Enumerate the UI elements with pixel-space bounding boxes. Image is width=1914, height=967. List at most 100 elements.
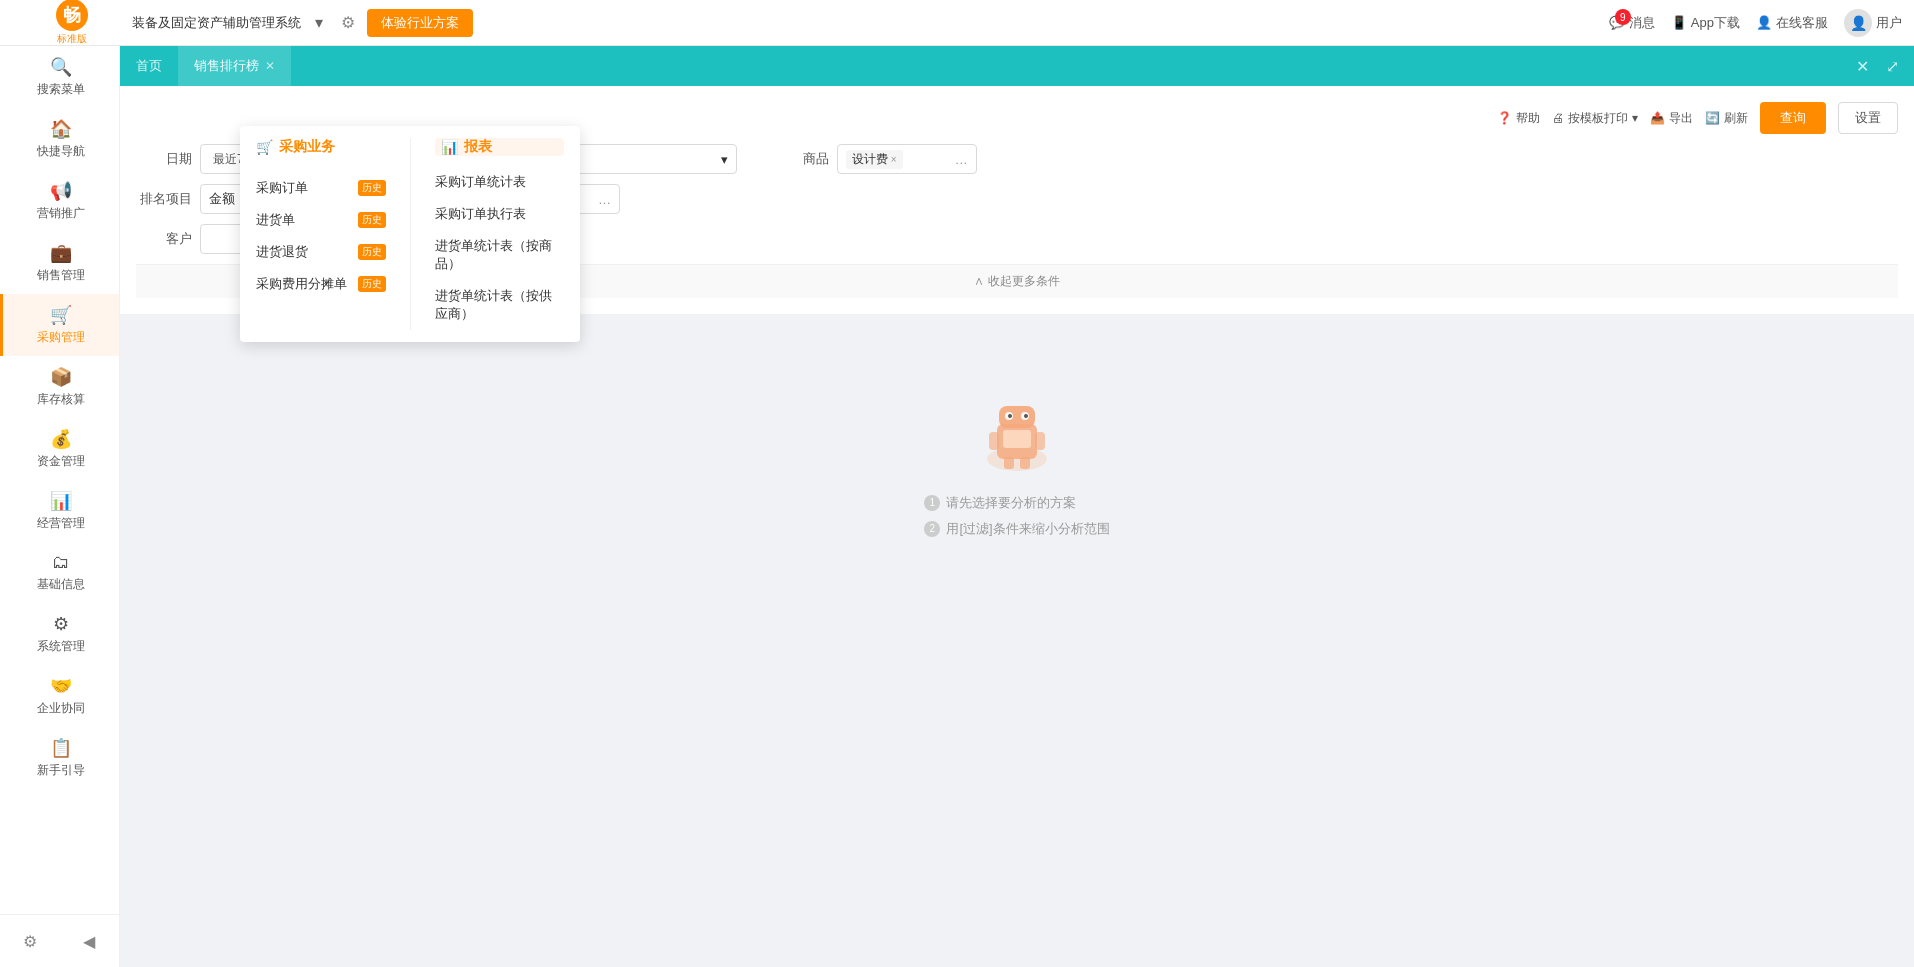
- sidebar-label-marketing: 营销推广: [37, 205, 85, 222]
- query-btn[interactable]: 查询: [1760, 102, 1826, 134]
- message-btn[interactable]: 💬 9 消息: [1609, 14, 1655, 32]
- online-service-label: 在线客服: [1776, 14, 1828, 32]
- dropdown-left-items: 采购订单 历史 进货单 历史 进货退货 历史 采购费用分摊单 历史: [256, 172, 386, 300]
- order-status-select[interactable]: ▾: [577, 144, 737, 174]
- report-icon: 📊: [441, 139, 458, 155]
- history-badge: 历史: [358, 244, 386, 260]
- industry-btn[interactable]: 体验行业方案: [367, 9, 473, 37]
- sidebar-item-marketing[interactable]: 📢 营销推广: [0, 170, 119, 232]
- svg-rect-10: [1004, 457, 1014, 469]
- service-icon: 👤: [1756, 15, 1772, 30]
- sidebar-item-operation[interactable]: 📊 经营管理: [0, 480, 119, 542]
- empty-tip-1: 1 请先选择要分析的方案: [924, 490, 1109, 516]
- sidebar-icon-inventory: 📦: [50, 366, 72, 388]
- goods-tag-close[interactable]: ×: [891, 154, 897, 165]
- sidebar-item-purchase[interactable]: 🛒 采购管理: [0, 294, 119, 356]
- sidebar-label-sales: 销售管理: [37, 267, 85, 284]
- sidebar-item-finance[interactable]: 💰 资金管理: [0, 418, 119, 480]
- sidebar-settings-btn[interactable]: ⚙: [14, 925, 46, 957]
- mobile-icon: 📱: [1671, 15, 1687, 30]
- dropdown-item-label: 进货退货: [256, 243, 308, 261]
- goods-tag: 设计费 ×: [846, 150, 903, 169]
- sidebar-icon-guide: 📋: [50, 737, 72, 759]
- dropdown-left-item[interactable]: 进货退货 历史: [256, 236, 386, 268]
- dropdown-left-item[interactable]: 采购费用分摊单 历史: [256, 268, 386, 300]
- sidebar-icon-marketing: 📢: [50, 180, 72, 202]
- sidebar-item-guide[interactable]: 📋 新手引导: [0, 727, 119, 789]
- tab-home-label: 首页: [136, 57, 162, 75]
- sidebar-item-system[interactable]: ⚙ 系统管理: [0, 603, 119, 665]
- header-settings-icon[interactable]: ⚙: [337, 12, 359, 34]
- sidebar-icon-sales: 💼: [50, 242, 72, 264]
- print-label: 按模板打印: [1568, 110, 1628, 127]
- print-btn[interactable]: 🖨 按模板打印 ▾: [1552, 110, 1638, 127]
- collapse-label: 收起更多条件: [988, 274, 1060, 288]
- tab-window-close-icon[interactable]: ✕: [1850, 54, 1874, 78]
- sidebar-label-operation: 经营管理: [37, 515, 85, 532]
- refresh-btn[interactable]: 🔄 刷新: [1705, 110, 1748, 127]
- svg-rect-4: [999, 406, 1035, 428]
- dropdown-item-label: 采购费用分摊单: [256, 275, 347, 293]
- dropdown-item-label: 采购订单统计表: [435, 173, 526, 191]
- history-badge: 历史: [358, 212, 386, 228]
- dropdown-right-item[interactable]: 进货单统计表（按供应商）: [435, 280, 565, 330]
- help-label: 帮助: [1516, 110, 1540, 127]
- system-title: 装备及固定资产辅助管理系统: [132, 14, 301, 32]
- sidebar-label-inventory: 库存核算: [37, 391, 85, 408]
- sidebar-item-enterprise[interactable]: 🤝 企业协同: [0, 665, 119, 727]
- sidebar-item-sales[interactable]: 💼 销售管理: [0, 232, 119, 294]
- online-service-btn[interactable]: 👤 在线客服: [1756, 14, 1828, 32]
- goods-select[interactable]: 设计费 × …: [837, 144, 977, 174]
- empty-robot-svg: [967, 394, 1067, 474]
- tab-close-icon[interactable]: ✕: [265, 59, 275, 73]
- sidebar-item-quick[interactable]: 🏠 快捷导航: [0, 108, 119, 170]
- svg-rect-11: [1020, 457, 1030, 469]
- dropdown-right-item[interactable]: 采购订单执行表: [435, 198, 565, 230]
- dropdown-item-label: 进货单统计表（按商品）: [435, 237, 565, 273]
- sidebar-icon-operation: 📊: [50, 490, 72, 512]
- sidebar-item-basic[interactable]: 🗂 基础信息: [0, 542, 119, 603]
- goods-more-dots[interactable]: …: [955, 152, 968, 167]
- customer-label: 客户: [136, 230, 192, 248]
- goods-label: 商品: [773, 150, 829, 168]
- logo-icon: 畅: [56, 0, 88, 31]
- tab-home[interactable]: 首页: [120, 46, 178, 86]
- user-btn[interactable]: 👤 用户: [1844, 9, 1902, 37]
- dropdown-right-item[interactable]: 采购订单统计表: [435, 166, 565, 198]
- dropdown-left-item[interactable]: 采购订单 历史: [256, 172, 386, 204]
- svg-rect-3: [1035, 432, 1045, 450]
- sidebar-icon-finance: 💰: [50, 428, 72, 450]
- sidebar-icon-purchase: 🛒: [50, 304, 72, 326]
- goods-tags: 设计费 ×: [846, 150, 903, 169]
- refresh-icon: 🔄: [1705, 111, 1720, 125]
- sidebar-label-finance: 资金管理: [37, 453, 85, 470]
- export-btn[interactable]: 📤 导出: [1650, 110, 1693, 127]
- sidebar-item-search[interactable]: 🔍 搜索菜单: [0, 46, 119, 108]
- dropdown-left-item[interactable]: 进货单 历史: [256, 204, 386, 236]
- message-label: 消息: [1629, 14, 1655, 32]
- dropdown-right-item[interactable]: 进货单统计表（按商品）: [435, 230, 565, 280]
- app-download-btn[interactable]: 📱 App下载: [1671, 14, 1740, 32]
- help-btn[interactable]: ❓ 帮助: [1497, 110, 1540, 127]
- empty-icon-wrap: [967, 394, 1067, 474]
- purchase-dropdown-menu: 🛒 采购业务 采购订单 历史 进货单 历史 进货退货 历史 采购费用分摊单 历史: [240, 126, 580, 342]
- tab-sales-rank[interactable]: 销售排行榜 ✕: [178, 46, 291, 86]
- history-badge: 历史: [358, 180, 386, 196]
- print-dropdown-icon[interactable]: ▾: [1632, 111, 1638, 125]
- empty-state: 1 请先选择要分析的方案 2 用[过滤]条件来缩小分析范围: [120, 314, 1914, 622]
- sidebar-icon-basic: 🗂: [52, 552, 70, 573]
- sidebar-item-inventory[interactable]: 📦 库存核算: [0, 356, 119, 418]
- empty-tip-2: 2 用[过滤]条件来缩小分析范围: [924, 516, 1109, 542]
- sidebar-icon-quick: 🏠: [50, 118, 72, 140]
- system-dropdown-btn[interactable]: ▾: [309, 13, 329, 33]
- header-right: 💬 9 消息 📱 App下载 👤 在线客服 👤 用户: [1609, 9, 1902, 37]
- tab-expand-icon[interactable]: ⤢: [1880, 54, 1904, 78]
- help-icon: ❓: [1497, 111, 1512, 125]
- settings-btn[interactable]: 设置: [1838, 102, 1898, 134]
- dropdown-right-items: 采购订单统计表采购订单执行表进货单统计表（按商品） 进货单统计表（按供应商）: [435, 166, 565, 330]
- svg-rect-2: [989, 432, 999, 450]
- page-body: ❓ 帮助 🖨 按模板打印 ▾ 📤 导出 🔄 刷新: [120, 86, 1914, 967]
- salesperson-more-dots[interactable]: …: [598, 192, 611, 207]
- sidebar-collapse-btn[interactable]: ◀: [73, 925, 105, 957]
- date-label: 日期: [136, 150, 192, 168]
